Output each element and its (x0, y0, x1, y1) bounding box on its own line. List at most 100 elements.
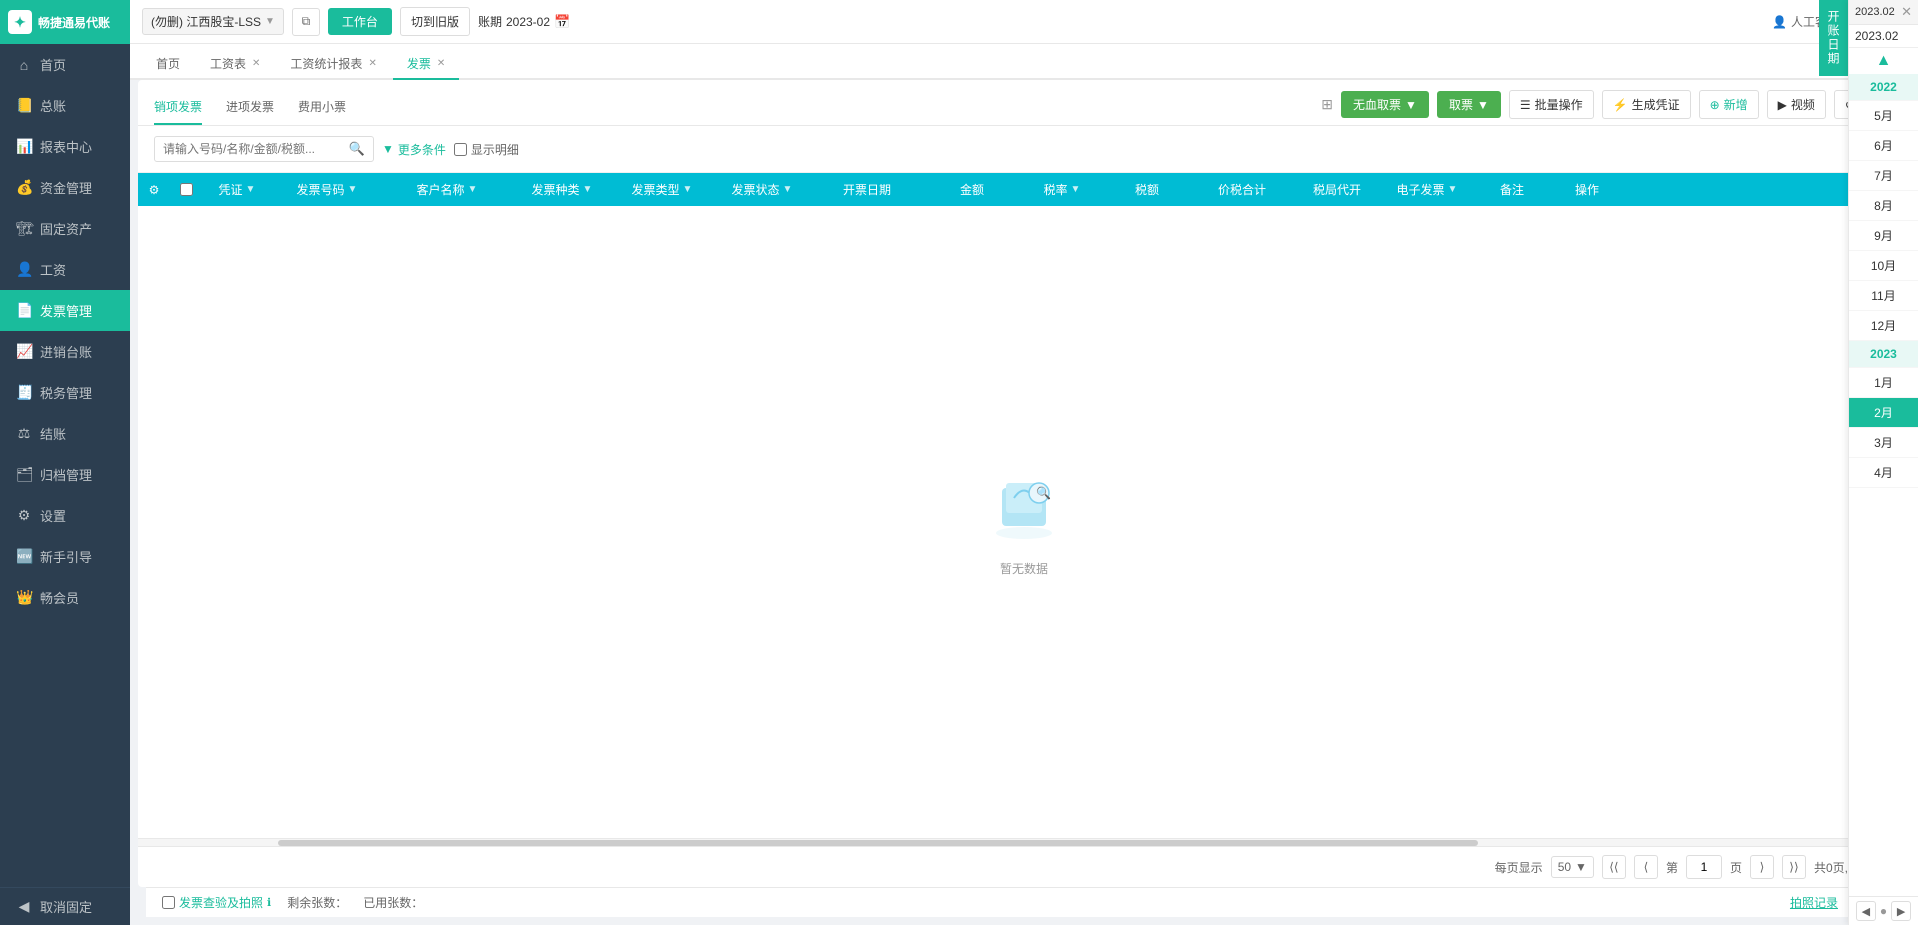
sidebar-item-settlement[interactable]: ⚖ 结账 (0, 413, 130, 454)
th-tax-rate-filter[interactable]: ▼ (1071, 184, 1081, 195)
svg-text:🔍: 🔍 (1036, 485, 1051, 500)
tab-close-payroll[interactable]: ✕ (252, 58, 260, 69)
sidebar-item-label: 税务管理 (40, 383, 92, 402)
per-page-label: 每页显示 (1495, 859, 1543, 876)
sub-tab-sales[interactable]: 销项发票 (154, 92, 202, 125)
th-gear[interactable]: ⚙ (138, 181, 170, 198)
tab-home[interactable]: 首页 (142, 49, 194, 80)
search-input[interactable] (163, 142, 345, 156)
sidebar-item-payroll[interactable]: 👤 工资 (0, 249, 130, 290)
sidebar-item-guide[interactable]: 🆕 新手引导 (0, 536, 130, 577)
month-2023-2[interactable]: 2月 (1849, 398, 1918, 428)
photo-record-link[interactable]: 拍照记录 (1790, 894, 1838, 911)
search-bar: 🔍 ▼ 更多条件 显示明细 (138, 126, 1910, 173)
search-icon[interactable]: 🔍 (349, 141, 365, 157)
th-invoice-status-label: 发票状态 (732, 181, 780, 198)
sidebar-item-archive[interactable]: 🗂 归档管理 (0, 454, 130, 495)
sidebar-item-home[interactable]: ⌂ 首页 (0, 44, 130, 85)
th-customer-filter[interactable]: ▼ (468, 184, 478, 195)
page-last-button[interactable]: ⟩⟩ (1782, 855, 1806, 879)
sub-tab-expense[interactable]: 费用小票 (298, 92, 346, 125)
sidebar-item-member[interactable]: 👑 畅会员 (0, 577, 130, 618)
th-action: 操作 (1552, 181, 1622, 198)
sidebar-item-invoice[interactable]: 📄 发票管理 (0, 290, 130, 331)
date-panel-value1: 2023.02 (1855, 6, 1895, 18)
tab-close-invoice[interactable]: ✕ (437, 58, 445, 69)
month-2022-10[interactable]: 10月 (1849, 251, 1918, 281)
month-2023-3[interactable]: 3月 (1849, 428, 1918, 458)
show-detail-checkbox[interactable]: 显示明细 (454, 141, 519, 158)
tax-icon: 🧾 (16, 384, 32, 401)
no-ticket-button[interactable]: 无血取票 ▼ (1341, 91, 1429, 118)
page-next-button[interactable]: ⟩ (1750, 855, 1774, 879)
invoice-check-checkbox[interactable] (162, 896, 175, 909)
workbench-button[interactable]: 工作台 (328, 8, 392, 35)
month-2023-4[interactable]: 4月 (1849, 458, 1918, 488)
per-page-select[interactable]: 50 ▼ (1551, 856, 1594, 878)
th-e-invoice-filter[interactable]: ▼ (1448, 184, 1458, 195)
tab-payroll-stats[interactable]: 工资统计报表 ✕ (276, 49, 390, 80)
month-2022-6[interactable]: 6月 (1849, 131, 1918, 161)
tab-close-payroll-stats[interactable]: ✕ (368, 58, 376, 69)
per-page-arrow: ▼ (1575, 860, 1587, 874)
ticket-button[interactable]: 取票 ▼ (1437, 91, 1501, 118)
date-scroll-up[interactable]: ▲ (1849, 48, 1918, 74)
table-header: ⚙ 凭证 ▼ 发票号码 ▼ 客户名称 ▼ (138, 173, 1910, 206)
tab-invoice[interactable]: 发票 ✕ (393, 49, 459, 80)
no-ticket-label: 无血取票 (1353, 96, 1401, 113)
th-checkbox[interactable] (170, 181, 202, 198)
date-prev-button[interactable]: ◀ (1856, 901, 1876, 921)
month-2023-1[interactable]: 1月 (1849, 368, 1918, 398)
calendar-icon[interactable]: 📅 (554, 14, 570, 30)
show-detail-input[interactable] (454, 143, 467, 156)
th-invoice-cat-filter[interactable]: ▼ (683, 184, 693, 195)
scrollbar-thumb[interactable] (278, 840, 1478, 846)
sub-tab-purchase[interactable]: 进项发票 (226, 92, 274, 125)
th-invoice-type-filter[interactable]: ▼ (583, 184, 593, 195)
page-prev-button[interactable]: ⟨ (1634, 855, 1658, 879)
page-first-button[interactable]: ⟨⟨ (1602, 855, 1626, 879)
sidebar-item-label: 报表中心 (40, 137, 92, 156)
new-button[interactable]: ⊕ 新增 (1699, 90, 1759, 119)
tab-payroll[interactable]: 工资表 ✕ (196, 49, 274, 80)
batch-button[interactable]: ☰ 批量操作 (1509, 90, 1594, 119)
sidebar-item-settings[interactable]: ⚙ 设置 (0, 495, 130, 536)
page-input[interactable] (1686, 855, 1722, 879)
company-selector[interactable]: (勿删) 江西股宝-LSS ▼ (142, 8, 284, 35)
sidebar-item-reports[interactable]: 📊 报表中心 (0, 126, 130, 167)
sidebar-bottom: ◀ 取消固定 (0, 887, 130, 925)
th-invoice-status: 发票状态 ▼ (712, 181, 812, 198)
th-tax-code-label: 税局代开 (1313, 181, 1361, 198)
th-invoice-no-filter[interactable]: ▼ (348, 184, 358, 195)
top-header: (勿删) 江西股宝-LSS ▼ ⧉ 工作台 切到旧版 账期 2023-02 📅 … (130, 0, 1918, 44)
th-voucher-filter[interactable]: ▼ (246, 184, 256, 195)
sidebar-item-sales[interactable]: 📈 进销台账 (0, 331, 130, 372)
date-panel-close[interactable]: ✕ (1901, 4, 1912, 20)
sidebar-item-capital[interactable]: 💰 资金管理 (0, 167, 130, 208)
sidebar-item-ledger[interactable]: 📒 总账 (0, 85, 130, 126)
month-2022-5[interactable]: 5月 (1849, 101, 1918, 131)
cancel-pin-button[interactable]: ◀ 取消固定 (0, 888, 130, 925)
copy-button[interactable]: ⧉ (292, 8, 320, 36)
month-2022-7[interactable]: 7月 (1849, 161, 1918, 191)
show-detail-label: 显示明细 (471, 141, 519, 158)
sidebar-item-label: 畅会员 (40, 588, 79, 607)
filter-button[interactable]: ▼ 更多条件 (382, 141, 446, 158)
select-all-checkbox[interactable] (180, 183, 193, 196)
month-2022-8[interactable]: 8月 (1849, 191, 1918, 221)
sidebar-item-fixed[interactable]: 🏗 固定资产 (0, 208, 130, 249)
date-next-button[interactable]: ▶ (1891, 901, 1911, 921)
open-period-button[interactable]: 开账日期 (1819, 0, 1848, 76)
month-2022-11[interactable]: 11月 (1849, 281, 1918, 311)
generate-button[interactable]: ⚡ 生成凭证 (1602, 90, 1691, 119)
video-button[interactable]: ▶ 视频 (1767, 90, 1826, 119)
th-invoice-status-filter[interactable]: ▼ (783, 184, 793, 195)
month-2022-9[interactable]: 9月 (1849, 221, 1918, 251)
horizontal-scrollbar[interactable] (138, 838, 1910, 846)
switch-version-button[interactable]: 切到旧版 (400, 7, 470, 36)
invoice-check-button[interactable]: 发票查验及拍照 ℹ (162, 894, 271, 911)
month-2022-12[interactable]: 12月 (1849, 311, 1918, 341)
sidebar-item-tax[interactable]: 🧾 税务管理 (0, 372, 130, 413)
sidebar-item-label: 归档管理 (40, 465, 92, 484)
invoice-check-label: 发票查验及拍照 (179, 894, 263, 911)
